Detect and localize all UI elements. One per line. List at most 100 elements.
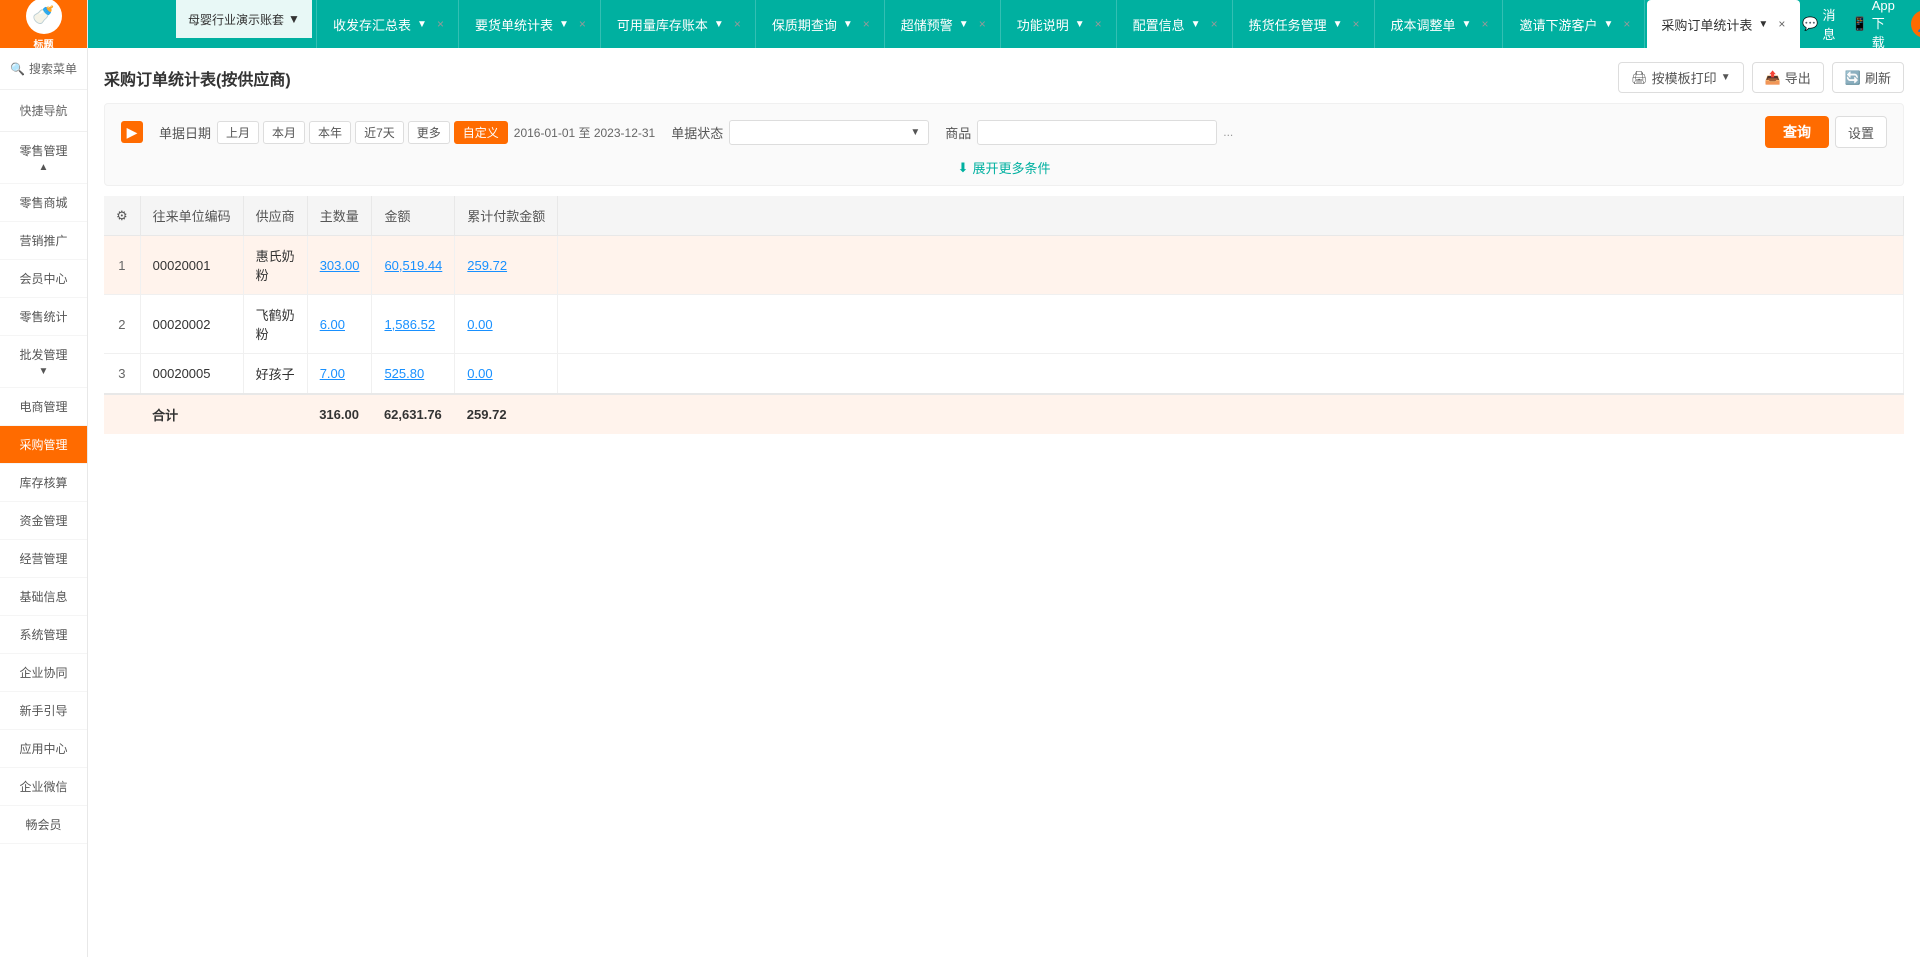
sidebar-item-retail-stats[interactable]: 零售统计 (0, 298, 87, 336)
sidebar-item-inventory[interactable]: 库存核算 (0, 464, 87, 502)
tab-expiry[interactable]: 保质期查询 ▼ × (758, 0, 885, 48)
sidebar-item-wholesale[interactable]: 批发管理 ▼ (0, 336, 87, 388)
row-qty-2[interactable]: 6.00 (307, 295, 372, 354)
sidebar-item-finance[interactable]: 资金管理 (0, 502, 87, 540)
sidebar-item-member[interactable]: 会员中心 (0, 260, 87, 298)
status-filter-group: 单据状态 ▼ (671, 120, 929, 145)
row-amount-3[interactable]: 525.80 (372, 354, 455, 395)
breadcrumb-dropdown[interactable]: 母婴行业演示账套 ▼ (176, 0, 312, 38)
footer-empty-col (104, 394, 140, 434)
date-filter-group: 单据日期 上月 本月 本年 近7天 更多 自定义 2016-01-01 至 20… (159, 121, 655, 144)
row-paid-2[interactable]: 0.00 (455, 295, 558, 354)
sidebar-item-ecommerce[interactable]: 电商管理 (0, 388, 87, 426)
tab-receive-pay[interactable]: 收发存汇总表 ▼ × (319, 0, 459, 48)
user-avatar[interactable]: 👤 demo2 (1911, 10, 1920, 38)
tab-func[interactable]: 功能说明 ▼ × (1003, 0, 1117, 48)
filter-row-1: ▶ 单据日期 上月 本月 本年 近7天 更多 自定义 2016-01-01 至 … (121, 116, 1887, 158)
data-table: ⚙ 往来单位编码 供应商 主数量 金额 累计付款金额 1 00020001 (104, 196, 1904, 434)
date-btn-this-year[interactable]: 本年 (309, 121, 351, 144)
tab-invite[interactable]: 邀请下游客户 ▼ × (1505, 0, 1645, 48)
quick-nav-button[interactable]: 快捷导航 (6, 98, 81, 123)
search-menu-button[interactable]: 🔍 搜索菜单 (6, 56, 81, 81)
col-settings-icon[interactable]: ⚙ (116, 208, 128, 223)
topbar: 母婴行业演示账套 ▼ 首页 收发存汇总表 ▼ × 要货单统计表 ▼ × 可用量库… (88, 0, 1920, 48)
sidebar-item-enterprise[interactable]: 企业协同 (0, 654, 87, 692)
chevron-icon: ▲ (39, 162, 49, 173)
tab-close-active-icon[interactable]: × (1778, 17, 1785, 31)
status-select[interactable]: ▼ (729, 120, 929, 145)
tab-close-icon9[interactable]: × (1481, 17, 1488, 31)
tab-config[interactable]: 配置信息 ▼ × (1119, 0, 1233, 48)
goods-more-button[interactable]: ... (1223, 125, 1233, 139)
row-supplier-2: 飞鹤奶粉 (243, 295, 307, 354)
tab-close-icon8[interactable]: × (1353, 17, 1360, 31)
sidebar-item-purchase[interactable]: 采购管理 (0, 426, 87, 464)
search-icon: 🔍 (10, 62, 25, 76)
goods-filter-group: 商品 ... (945, 120, 1233, 145)
date-quick-buttons: 上月 本月 本年 近7天 更多 自定义 (217, 121, 508, 144)
row-paid-3[interactable]: 0.00 (455, 354, 558, 395)
tab-close-icon[interactable]: × (437, 17, 444, 31)
sidebar-item-marketing[interactable]: 营销推广 (0, 222, 87, 260)
col-paid-header: 累计付款金额 (455, 196, 558, 236)
app-download-button[interactable]: 📱 App下载 (1852, 0, 1895, 51)
tab-arrow-icon5: ▼ (959, 19, 969, 30)
expand-more-button[interactable]: ⬇ 展开更多条件 (958, 158, 1051, 177)
page: 采购订单统计表(按供应商) 🖨 按模板打印 ▼ 📤 导出 🔄 刷新 (88, 48, 1920, 957)
row-extra-2 (558, 295, 1904, 354)
sidebar-item-appcenter[interactable]: 应用中心 (0, 730, 87, 768)
tab-purchase-stat[interactable]: 要货单统计表 ▼ × (461, 0, 601, 48)
tab-close-icon2[interactable]: × (579, 17, 586, 31)
tab-cost-adjust[interactable]: 成本调整单 ▼ × (1377, 0, 1504, 48)
row-qty-3[interactable]: 7.00 (307, 354, 372, 395)
message-icon: 💬 (1802, 16, 1818, 32)
sidebar-item-vip[interactable]: 畅会员 (0, 806, 87, 844)
row-amount-2[interactable]: 1,586.52 (372, 295, 455, 354)
goods-input[interactable] (977, 120, 1217, 145)
table-area: ⚙ 往来单位编码 供应商 主数量 金额 累计付款金额 1 00020001 (88, 196, 1920, 957)
tab-arrow-icon6: ▼ (1075, 19, 1085, 30)
row-amount-1[interactable]: 60,519.44 (372, 236, 455, 295)
sidebar-item-corpwechat[interactable]: 企业微信 (0, 768, 87, 806)
print-button[interactable]: 🖨 按模板打印 ▼ (1618, 62, 1743, 93)
export-button[interactable]: 📤 导出 (1752, 62, 1824, 93)
tab-overstock[interactable]: 超储预警 ▼ × (887, 0, 1001, 48)
row-qty-1[interactable]: 303.00 (307, 236, 372, 295)
tab-close-icon6[interactable]: × (1095, 17, 1102, 31)
date-btn-7days[interactable]: 近7天 (355, 121, 404, 144)
sidebar-item-system[interactable]: 系统管理 (0, 616, 87, 654)
message-button[interactable]: 💬 消息 (1802, 5, 1835, 43)
table-header-row: ⚙ 往来单位编码 供应商 主数量 金额 累计付款金额 (104, 196, 1904, 236)
print-icon: 🖨 (1631, 70, 1648, 86)
sidebar-item-guide[interactable]: 新手引导 (0, 692, 87, 730)
filter-collapse-button[interactable]: ▶ (121, 121, 143, 143)
refresh-button[interactable]: 🔄 刷新 (1832, 62, 1904, 93)
quick-nav-section: 快捷导航 (0, 90, 87, 132)
sidebar-item-retail-mall[interactable]: 零售商城 (0, 184, 87, 222)
tab-close-icon7[interactable]: × (1211, 17, 1218, 31)
sidebar-item-basic[interactable]: 基础信息 (0, 578, 87, 616)
col-settings-header[interactable]: ⚙ (104, 196, 140, 236)
tab-close-icon4[interactable]: × (863, 17, 870, 31)
date-btn-more[interactable]: 更多 (408, 121, 450, 144)
settings-button[interactable]: 设置 (1835, 116, 1887, 148)
tab-pick-task[interactable]: 拣货任务管理 ▼ × (1235, 0, 1375, 48)
date-btn-custom[interactable]: 自定义 (454, 121, 508, 144)
tab-purchase-order-stat[interactable]: 采购订单统计表 ▼ × (1647, 0, 1800, 48)
sidebar-item-ops[interactable]: 经营管理 (0, 540, 87, 578)
date-btn-this-month[interactable]: 本月 (263, 121, 305, 144)
col-amount-header: 金额 (372, 196, 455, 236)
query-button[interactable]: 查询 (1765, 116, 1829, 148)
date-btn-last-month[interactable]: 上月 (217, 121, 259, 144)
tab-arrow-icon9: ▼ (1462, 19, 1472, 30)
row-paid-1[interactable]: 259.72 (455, 236, 558, 295)
col-code-header: 往来单位编码 (140, 196, 243, 236)
tab-close-icon5[interactable]: × (979, 17, 986, 31)
main-content: 母婴行业演示账套 ▼ 首页 收发存汇总表 ▼ × 要货单统计表 ▼ × 可用量库… (88, 0, 1920, 957)
sidebar-item-retail-manage[interactable]: 零售管理 ▲ (0, 132, 87, 184)
row-code-1: 00020001 (140, 236, 243, 295)
tab-available-inv[interactable]: 可用量库存账本 ▼ × (603, 0, 756, 48)
tab-close-icon10[interactable]: × (1623, 17, 1630, 31)
tab-arrow-icon10: ▼ (1603, 19, 1613, 30)
tab-close-icon3[interactable]: × (734, 17, 741, 31)
